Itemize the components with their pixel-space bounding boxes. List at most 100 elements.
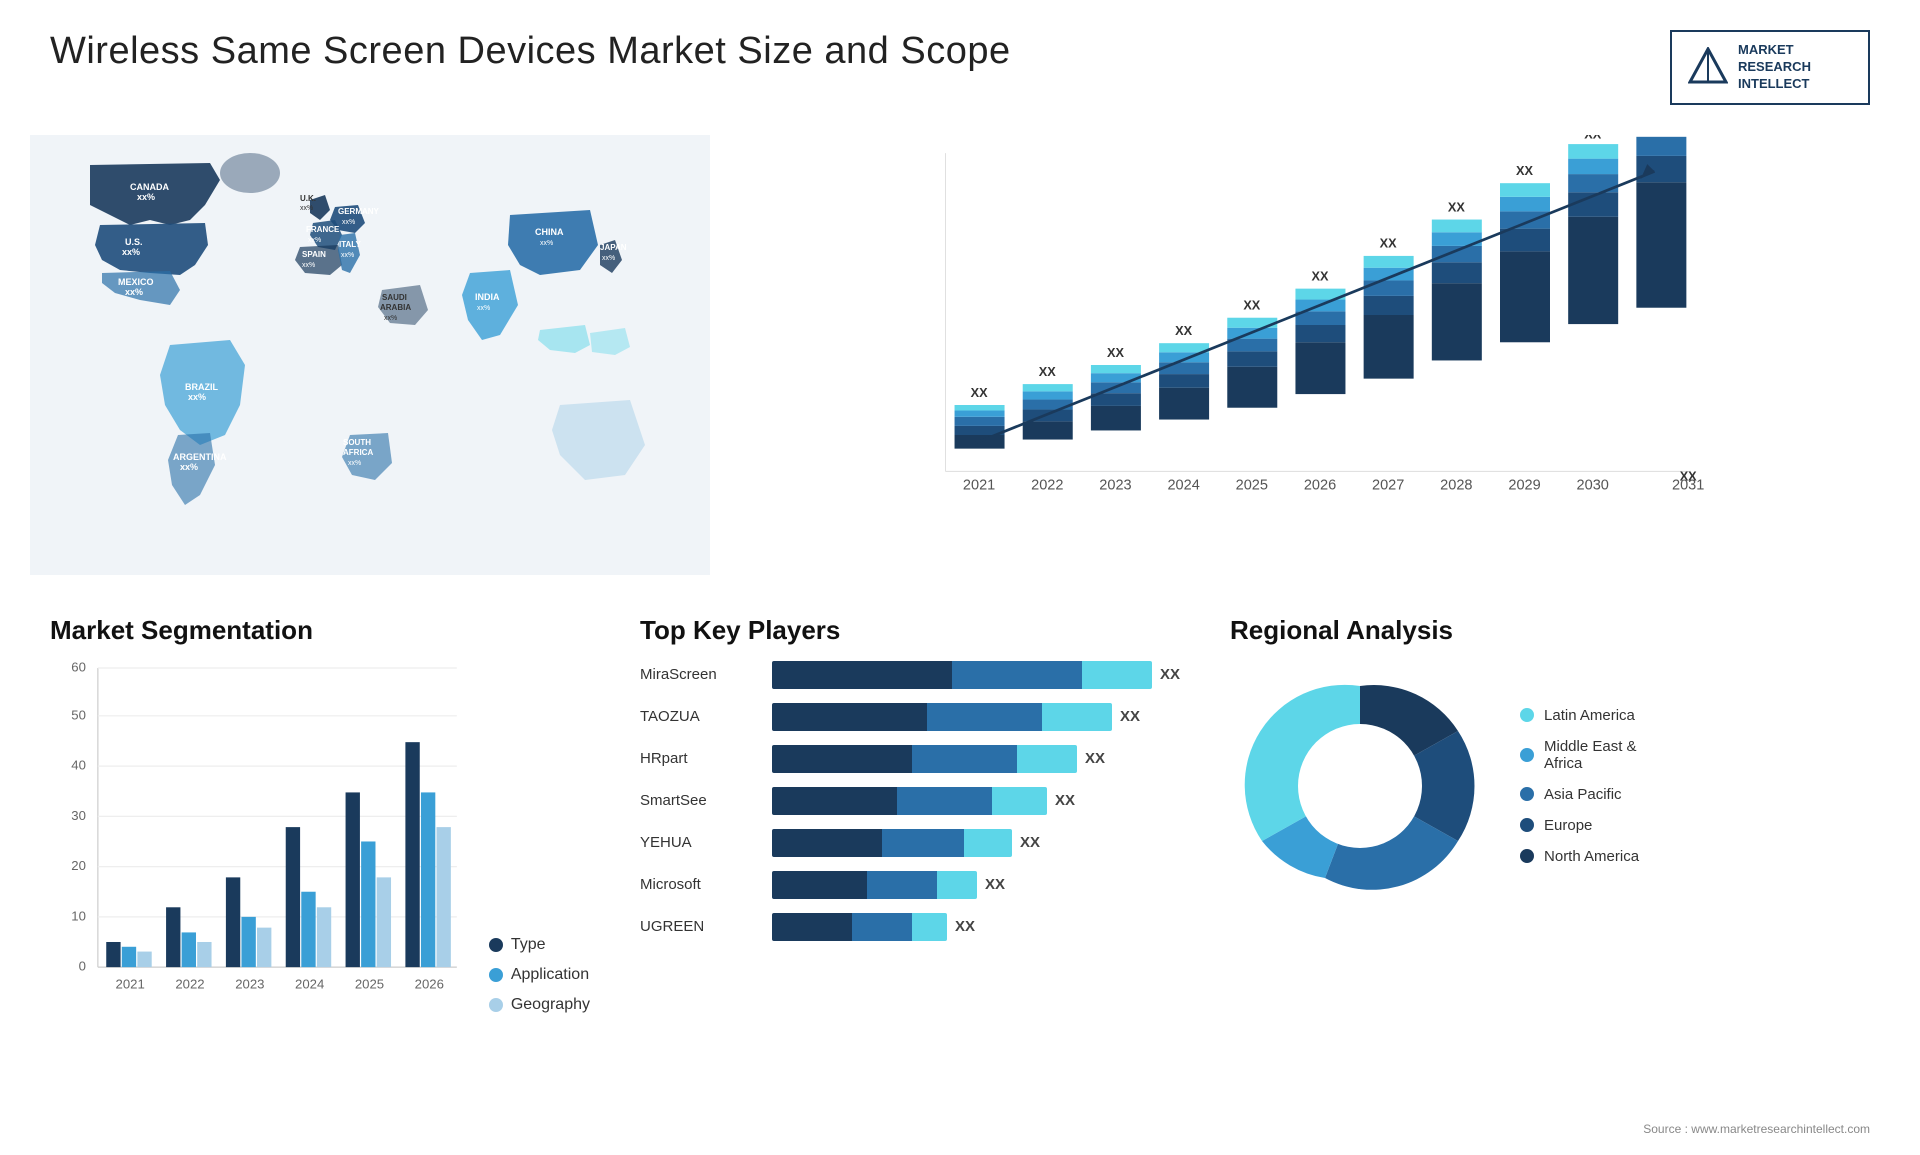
type-legend-label: Type [511, 936, 546, 954]
svg-text:XX: XX [1680, 468, 1697, 483]
svg-text:2025: 2025 [355, 976, 384, 991]
segmentation-title: Market Segmentation [50, 615, 590, 646]
reg-legend-apac: Asia Pacific [1520, 786, 1639, 803]
apac-dot [1520, 787, 1534, 801]
player-xx: XX [955, 918, 975, 935]
top-section: CANADA xx% U.S. xx% MEXICO xx% BRAZIL xx… [0, 115, 1920, 595]
svg-text:2029: 2029 [1508, 477, 1540, 493]
players-panel: Top Key Players MiraScreen XX TAOZUA [620, 605, 1200, 1155]
svg-text:2026: 2026 [415, 976, 444, 991]
svg-text:xx%: xx% [308, 237, 321, 244]
player-name: UGREEN [640, 918, 760, 935]
player-row: MiraScreen XX [640, 661, 1180, 689]
svg-text:XX: XX [1107, 344, 1124, 359]
player-name: Microsoft [640, 876, 760, 893]
donut-svg [1230, 656, 1490, 916]
regional-panel: Regional Analysis [1210, 605, 1890, 1155]
map-container: CANADA xx% U.S. xx% MEXICO xx% BRAZIL xx… [30, 115, 710, 595]
header: Wireless Same Screen Devices Market Size… [0, 0, 1920, 115]
reg-legend-latin: Latin America [1520, 707, 1639, 724]
svg-text:XX: XX [1312, 268, 1329, 283]
svg-text:U.S.: U.S. [125, 237, 143, 247]
legend-type: Type [489, 936, 590, 954]
geo-legend-label: Geography [511, 996, 590, 1014]
svg-text:JAPAN: JAPAN [600, 243, 627, 252]
svg-text:ARABIA: ARABIA [380, 303, 411, 312]
svg-text:U.K.: U.K. [300, 194, 316, 203]
svg-text:SAUDI: SAUDI [382, 293, 407, 302]
svg-text:xx%: xx% [342, 219, 355, 226]
app-legend-label: Application [511, 966, 589, 984]
mea-dot [1520, 748, 1534, 762]
svg-text:xx%: xx% [348, 460, 361, 467]
latin-label: Latin America [1544, 707, 1635, 724]
svg-text:2023: 2023 [235, 976, 264, 991]
svg-text:INDIA: INDIA [475, 292, 500, 302]
player-xx: XX [1055, 792, 1075, 809]
world-map: CANADA xx% U.S. xx% MEXICO xx% BRAZIL xx… [30, 115, 710, 595]
players-title: Top Key Players [640, 615, 1180, 646]
europe-label: Europe [1544, 817, 1592, 834]
svg-text:MEXICO: MEXICO [118, 277, 154, 287]
latin-dot [1520, 708, 1534, 722]
svg-text:2024: 2024 [295, 976, 324, 991]
player-row: TAOZUA XX [640, 703, 1180, 731]
svg-text:BRAZIL: BRAZIL [185, 382, 218, 392]
svg-text:SOUTH: SOUTH [343, 438, 371, 447]
legend-geography: Geography [489, 996, 590, 1014]
svg-text:FRANCE: FRANCE [306, 225, 340, 234]
player-xx: XX [1020, 834, 1040, 851]
regional-title: Regional Analysis [1230, 615, 1870, 646]
svg-text:10: 10 [71, 908, 86, 923]
player-row: Microsoft XX [640, 871, 1180, 899]
source-text: Source : www.marketresearchintellect.com [1643, 1122, 1870, 1136]
player-name: MiraScreen [640, 666, 760, 683]
svg-text:XX: XX [971, 384, 988, 399]
svg-text:2021: 2021 [116, 976, 145, 991]
player-xx: XX [1160, 666, 1180, 683]
svg-text:xx%: xx% [137, 192, 155, 202]
legend-application: Application [489, 966, 590, 984]
europe-dot [1520, 818, 1534, 832]
svg-text:xx%: xx% [341, 252, 354, 259]
player-bar-wrap: XX [772, 829, 1180, 857]
segmentation-chart: 0 10 20 30 40 50 60 [50, 656, 469, 1039]
svg-text:xx%: xx% [477, 305, 490, 312]
player-name: TAOZUA [640, 708, 760, 725]
type-legend-dot [489, 938, 503, 952]
logo: MARKET RESEARCH INTELLECT [1670, 30, 1870, 105]
player-xx: XX [1120, 708, 1140, 725]
player-xx: XX [985, 876, 1005, 893]
player-bar-wrap: XX [772, 871, 1180, 899]
svg-text:2022: 2022 [1031, 477, 1063, 493]
svg-text:40: 40 [71, 757, 86, 772]
bottom-section: Market Segmentation 0 10 20 30 40 [0, 595, 1920, 1155]
player-name: YEHUA [640, 834, 760, 851]
apac-label: Asia Pacific [1544, 786, 1622, 803]
svg-text:XX: XX [1380, 235, 1397, 250]
svg-text:xx%: xx% [384, 315, 397, 322]
na-dot [1520, 849, 1534, 863]
svg-text:2021: 2021 [963, 477, 995, 493]
player-row: HRpart XX [640, 745, 1180, 773]
player-name: SmartSee [640, 792, 760, 809]
svg-text:XX: XX [1516, 163, 1533, 178]
player-bar-wrap: XX [772, 661, 1180, 689]
player-xx: XX [1085, 750, 1105, 767]
regional-chart-area: Latin America Middle East &Africa Asia P… [1230, 656, 1870, 916]
player-row: YEHUA XX [640, 829, 1180, 857]
svg-text:30: 30 [71, 808, 86, 823]
svg-text:ARGENTINA: ARGENTINA [173, 452, 227, 462]
svg-text:xx%: xx% [122, 247, 140, 257]
player-bar-wrap: XX [772, 703, 1180, 731]
svg-text:60: 60 [71, 659, 86, 674]
svg-text:2024: 2024 [1167, 477, 1199, 493]
mea-label: Middle East &Africa [1544, 738, 1637, 772]
player-name: HRpart [640, 750, 760, 767]
svg-text:2026: 2026 [1304, 477, 1336, 493]
svg-text:xx%: xx% [540, 240, 553, 247]
svg-text:CHINA: CHINA [535, 227, 564, 237]
svg-text:20: 20 [71, 858, 86, 873]
svg-text:xx%: xx% [602, 255, 615, 262]
svg-text:xx%: xx% [180, 462, 198, 472]
